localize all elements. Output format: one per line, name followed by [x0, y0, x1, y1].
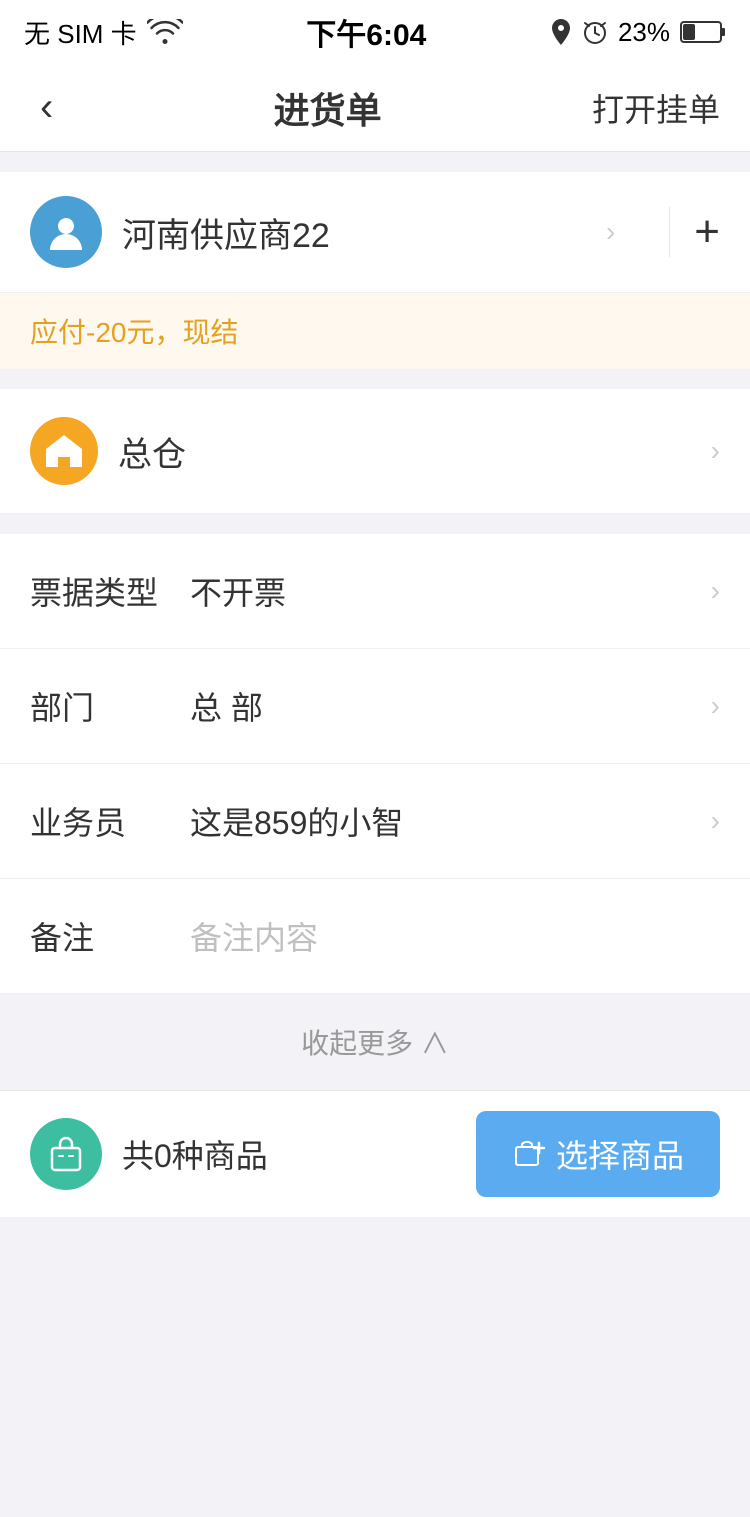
- invoice-type-row[interactable]: 票据类型 不开票 ›: [0, 534, 750, 649]
- page-title: 进货单: [274, 82, 382, 134]
- gap-1: [0, 152, 750, 172]
- department-arrow-icon: ›: [711, 690, 720, 722]
- gap-3: [0, 514, 750, 534]
- supplier-section: 河南供应商22 › + 应付-20元，现结: [0, 172, 750, 369]
- supplier-name: 河南供应商22: [122, 208, 606, 257]
- warehouse-arrow-icon: ›: [711, 435, 720, 467]
- supplier-row[interactable]: 河南供应商22 › +: [0, 172, 750, 293]
- bottom-bar: 共0种商品 选择商品: [0, 1090, 750, 1217]
- open-pending-button[interactable]: 打开挂单: [592, 85, 720, 131]
- status-right: 23%: [550, 17, 726, 48]
- salesperson-arrow-icon: ›: [711, 805, 720, 837]
- add-cart-icon: [512, 1137, 546, 1171]
- select-product-button[interactable]: 选择商品: [476, 1111, 720, 1197]
- battery-icon: [680, 20, 726, 44]
- alarm-icon: [582, 18, 608, 46]
- back-button[interactable]: ‹: [30, 75, 63, 140]
- collapse-label: 收起更多 ∧: [301, 1022, 449, 1062]
- carrier-text: 无 SIM 卡: [24, 14, 137, 51]
- warehouse-row[interactable]: 总仓 ›: [0, 389, 750, 514]
- supplier-divider: [669, 207, 670, 257]
- nav-bar: ‹ 进货单 打开挂单: [0, 64, 750, 152]
- salesperson-label: 业务员: [30, 798, 190, 844]
- product-icon-wrap: [30, 1118, 102, 1190]
- invoice-type-label: 票据类型: [30, 568, 190, 614]
- invoice-type-value: 不开票: [190, 568, 711, 614]
- select-product-label: 选择商品: [556, 1131, 684, 1177]
- remark-value: 备注内容: [190, 913, 720, 959]
- salesperson-value: 这是859的小智: [190, 798, 711, 844]
- gap-2: [0, 369, 750, 389]
- salesperson-row[interactable]: 业务员 这是859的小智 ›: [0, 764, 750, 879]
- remark-row[interactable]: 备注 备注内容: [0, 879, 750, 994]
- warehouse-section: 总仓 ›: [0, 389, 750, 514]
- department-label: 部门: [30, 683, 190, 729]
- house-icon: [44, 433, 84, 469]
- supplier-avatar: [30, 196, 102, 268]
- remark-label: 备注: [30, 913, 190, 959]
- status-bar: 无 SIM 卡 下午6:04 23%: [0, 0, 750, 64]
- department-row[interactable]: 部门 总 部 ›: [0, 649, 750, 764]
- product-count: 共0种商品: [122, 1131, 476, 1177]
- content-background: [0, 1217, 750, 1517]
- invoice-type-arrow-icon: ›: [711, 575, 720, 607]
- notice-bar: 应付-20元，现结: [0, 293, 750, 369]
- status-time: 下午6:04: [306, 10, 426, 54]
- shopping-bag-icon: [46, 1134, 86, 1174]
- wifi-icon: [147, 19, 183, 45]
- location-icon: [550, 18, 572, 46]
- form-section: 票据类型 不开票 › 部门 总 部 › 业务员 这是859的小智 › 备注 备注…: [0, 534, 750, 994]
- add-supplier-button[interactable]: +: [694, 207, 720, 257]
- warehouse-name: 总仓: [118, 427, 711, 476]
- department-value: 总 部: [190, 683, 711, 729]
- warehouse-icon-wrap: [30, 417, 98, 485]
- battery-text: 23%: [618, 17, 670, 48]
- supplier-arrow-icon: ›: [606, 216, 615, 248]
- notice-text: 应付-20元，现结: [30, 317, 238, 348]
- status-left: 无 SIM 卡: [24, 14, 183, 51]
- person-icon: [46, 212, 86, 252]
- collapse-row[interactable]: 收起更多 ∧: [0, 994, 750, 1090]
